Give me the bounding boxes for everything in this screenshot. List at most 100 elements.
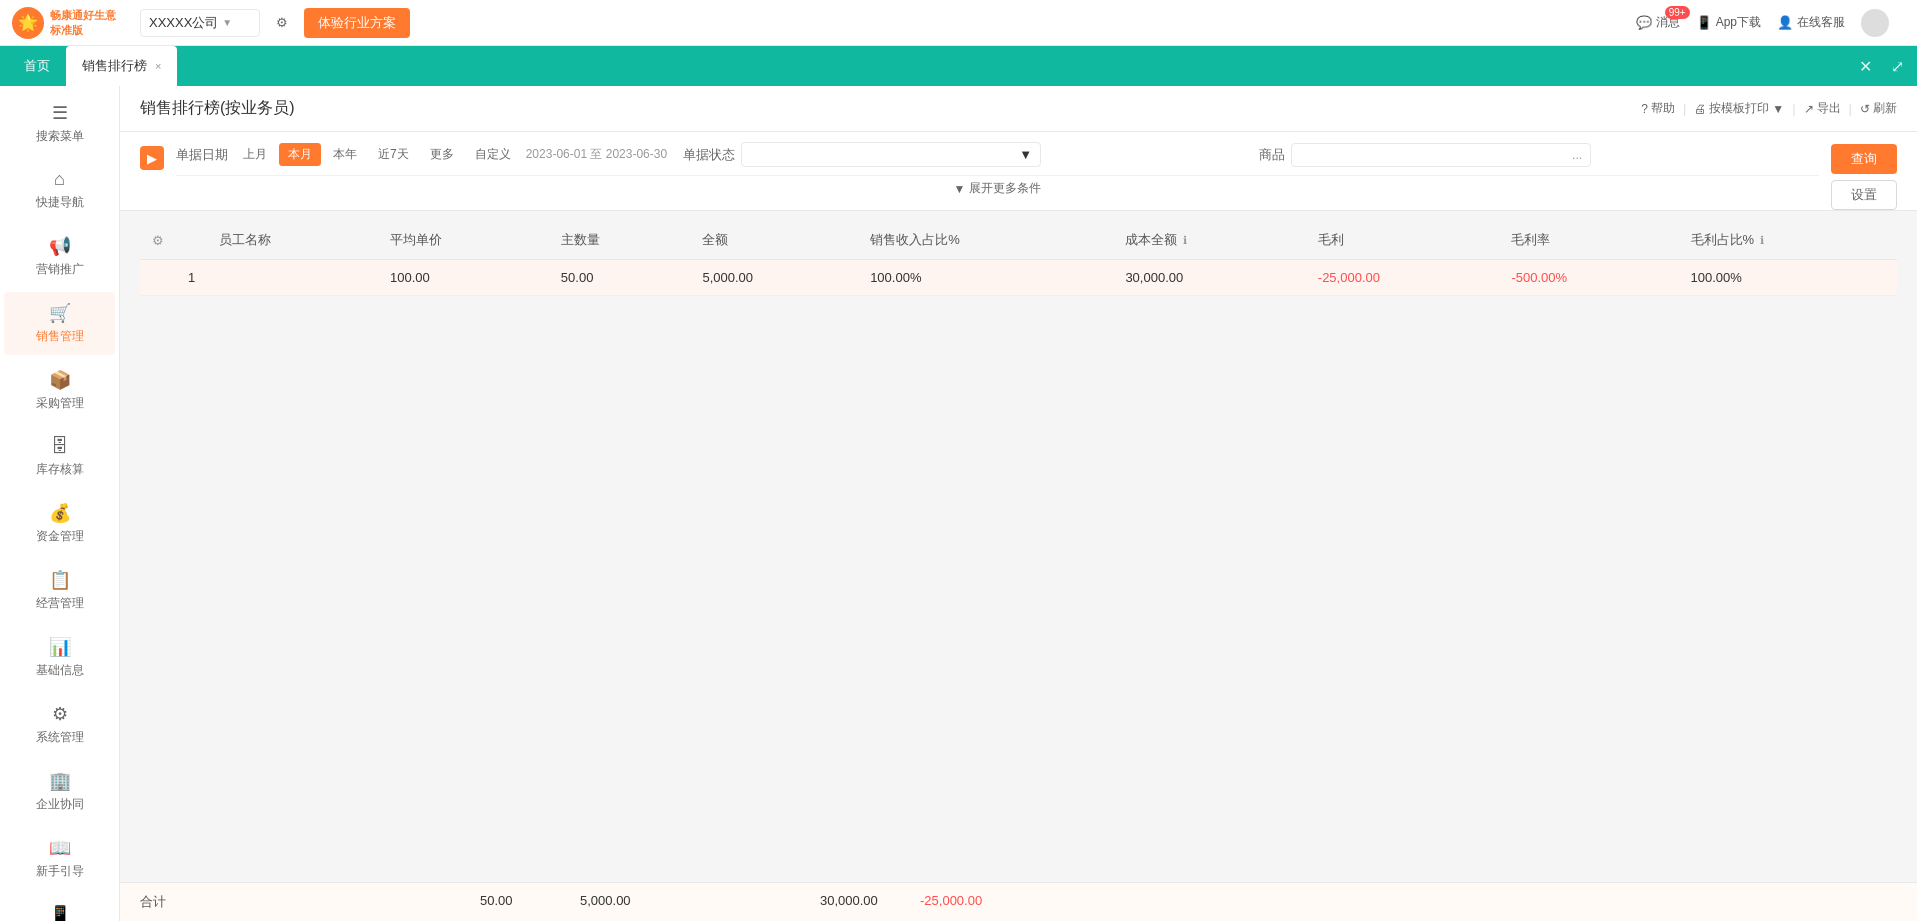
- goods-label: 商品: [1259, 146, 1285, 164]
- avatar[interactable]: [1861, 9, 1889, 37]
- system-icon: ⚙: [52, 703, 68, 725]
- cell-name: [207, 260, 378, 296]
- cell-settings: [140, 260, 176, 296]
- sidebar-item-label: 新手引导: [36, 863, 84, 880]
- cell-profit: -25,000.00: [1306, 260, 1500, 296]
- app-download-label: App下载: [1716, 14, 1761, 31]
- date-tab-more[interactable]: 更多: [421, 143, 463, 166]
- sidebar-item-enterprise[interactable]: 🏢 企业协同: [4, 760, 115, 823]
- message-badge: 99+: [1665, 6, 1690, 19]
- col-cost: 成本全额 ℹ: [1113, 221, 1305, 260]
- col-profit: 毛利: [1306, 221, 1500, 260]
- export-icon: ↗: [1804, 102, 1814, 116]
- sidebar-item-inventory[interactable]: 🗄 库存核算: [4, 426, 115, 488]
- date-tab-this-year[interactable]: 本年: [324, 143, 366, 166]
- top-bar: 🌟 畅康通好生意 标准版 XXXXX公司 ▼ ⚙ 体验行业方案 💬 消息 99+…: [0, 0, 1917, 46]
- template-print-button[interactable]: 🖨 按模板打印 ▼: [1694, 100, 1784, 117]
- tab-sales-ranking[interactable]: 销售排行榜 ×: [66, 46, 177, 86]
- sidebar-item-marketing[interactable]: 📢 营销推广: [4, 225, 115, 288]
- sidebar-item-sales[interactable]: 🛒 销售管理: [4, 292, 115, 355]
- more-conditions-link[interactable]: ...: [1572, 148, 1582, 162]
- sidebar-item-purchase[interactable]: 📦 采购管理: [4, 359, 115, 422]
- date-label: 单据日期: [176, 146, 228, 164]
- cell-profit-rate: -500.00%: [1499, 260, 1678, 296]
- app-download-icon: 📱: [1696, 15, 1712, 30]
- status-label: 单据状态: [683, 146, 735, 164]
- close-window-icon[interactable]: ✕: [1853, 54, 1877, 78]
- footer-qty: 50.00: [480, 893, 580, 911]
- footer-amount: 5,000.00: [580, 893, 680, 911]
- trial-button[interactable]: 体验行业方案: [304, 8, 410, 38]
- table-body: 1 100.00 50.00 5,000.00 100.00% 30,000.0…: [140, 260, 1897, 296]
- help-link[interactable]: ? 帮助: [1641, 100, 1675, 117]
- settings-button[interactable]: 设置: [1831, 180, 1897, 210]
- expand-window-icon[interactable]: ⤢: [1885, 54, 1909, 78]
- data-table: ⚙ 员工名称 平均单价 主数量 全额 销售收入占比% 成本全额 ℹ 毛利 毛利率: [140, 221, 1897, 296]
- sidebar-item-label: 企业协同: [36, 796, 84, 813]
- company-selector[interactable]: XXXXX公司 ▼: [140, 9, 260, 37]
- app-download-button[interactable]: 📱 App下载: [1696, 14, 1761, 31]
- sidebar-item-operations[interactable]: 📋 经营管理: [4, 559, 115, 622]
- expand-conditions-button[interactable]: ▼ 展开更多条件: [954, 180, 1042, 197]
- cell-avg-price: 100.00: [378, 260, 549, 296]
- guide-icon: 📖: [49, 837, 71, 859]
- date-tab-last-month[interactable]: 上月: [234, 143, 276, 166]
- logo-text: 畅康通好生意 标准版: [50, 8, 116, 37]
- sidebar-item-guide[interactable]: 📖 新手引导: [4, 827, 115, 890]
- status-select[interactable]: ▼: [741, 142, 1041, 167]
- refresh-button[interactable]: ↺ 刷新: [1860, 100, 1897, 117]
- date-tab-this-month[interactable]: 本月: [279, 143, 321, 166]
- cost-info-icon[interactable]: ℹ: [1183, 234, 1187, 246]
- page-actions: ? 帮助 | 🖨 按模板打印 ▼ | ↗ 导出 | ↺ 刷新: [1641, 100, 1897, 117]
- date-filter: 单据日期 上月 本月 本年 近7天 更多 自定义 2023-06-01 至 20…: [176, 143, 667, 166]
- sidebar-item-search[interactable]: ☰ 搜索菜单: [4, 92, 115, 155]
- sidebar-item-quick-nav[interactable]: ⌂ 快捷导航: [4, 159, 115, 221]
- col-profit-pct: 毛利占比% ℹ: [1679, 221, 1897, 260]
- cell-amount: 5,000.00: [690, 260, 858, 296]
- date-tab-custom[interactable]: 自定义: [466, 143, 520, 166]
- date-tab-last-7days[interactable]: 近7天: [369, 143, 418, 166]
- page-header: 销售排行榜(按业务员) ? 帮助 | 🖨 按模板打印 ▼ | ↗ 导出 |: [120, 86, 1917, 132]
- sidebar-item-label: 快捷导航: [36, 194, 84, 211]
- support-icon: 👤: [1777, 15, 1793, 30]
- sidebar-item-finance[interactable]: 💰 资金管理: [4, 492, 115, 555]
- online-support-button[interactable]: 👤 在线客服: [1777, 14, 1845, 31]
- sidebar-item-system[interactable]: ⚙ 系统管理: [4, 693, 115, 756]
- sidebar-item-label: 系统管理: [36, 729, 84, 746]
- export-button[interactable]: ↗ 导出: [1804, 100, 1841, 117]
- filter-row-1: 单据日期 上月 本月 本年 近7天 更多 自定义 2023-06-01 至 20…: [176, 142, 1819, 167]
- sidebar: ☰ 搜索菜单 ⌂ 快捷导航 📢 营销推广 🛒 销售管理 📦 采购管理 🗄 库存核…: [0, 86, 120, 921]
- print-dropdown-icon: ▼: [1772, 102, 1784, 116]
- cell-cost: 30,000.00: [1113, 260, 1305, 296]
- table-area: ⚙ 员工名称 平均单价 主数量 全额 销售收入占比% 成本全额 ℹ 毛利 毛利率: [120, 211, 1917, 882]
- sidebar-item-label: 基础信息: [36, 662, 84, 679]
- sidebar-item-basics[interactable]: 📊 基础信息: [4, 626, 115, 689]
- col-name: 员工名称: [207, 221, 378, 260]
- col-avg-price: 平均单价: [378, 221, 549, 260]
- filter-toggle-icon[interactable]: ▶: [140, 146, 164, 170]
- online-support-label: 在线客服: [1797, 14, 1845, 31]
- table-header: ⚙ 员工名称 平均单价 主数量 全额 销售收入占比% 成本全额 ℹ 毛利 毛利率: [140, 221, 1897, 260]
- sidebar-item-apps[interactable]: 📱 应用中心: [4, 894, 115, 921]
- sidebar-item-label: 资金管理: [36, 528, 84, 545]
- settings-icon[interactable]: ⚙: [268, 9, 296, 37]
- query-button[interactable]: 查询: [1831, 144, 1897, 174]
- col-sales-pct: 销售收入占比%: [858, 221, 1113, 260]
- logo-area: 🌟 畅康通好生意 标准版: [12, 7, 132, 39]
- status-select-arrow: ▼: [1019, 147, 1032, 162]
- col-settings: ⚙: [140, 221, 176, 260]
- profit-pct-info-icon[interactable]: ℹ: [1760, 234, 1764, 246]
- expand-icon: ▼: [954, 182, 966, 196]
- tab-home[interactable]: 首页: [8, 46, 66, 86]
- cell-sales-pct: 100.00%: [858, 260, 1113, 296]
- help-icon: ?: [1641, 102, 1648, 116]
- query-buttons: 查询 设置: [1831, 142, 1897, 210]
- message-button[interactable]: 💬 消息 99+: [1636, 14, 1680, 31]
- footer-cost: 30,000.00: [820, 893, 920, 911]
- goods-input[interactable]: ...: [1291, 143, 1591, 167]
- cell-qty: 50.00: [549, 260, 691, 296]
- nav-tab-actions: ✕ ⤢: [1853, 54, 1909, 78]
- tab-close-icon[interactable]: ×: [155, 60, 161, 72]
- chevron-down-icon: ▼: [222, 17, 232, 28]
- sidebar-item-label: 搜索菜单: [36, 128, 84, 145]
